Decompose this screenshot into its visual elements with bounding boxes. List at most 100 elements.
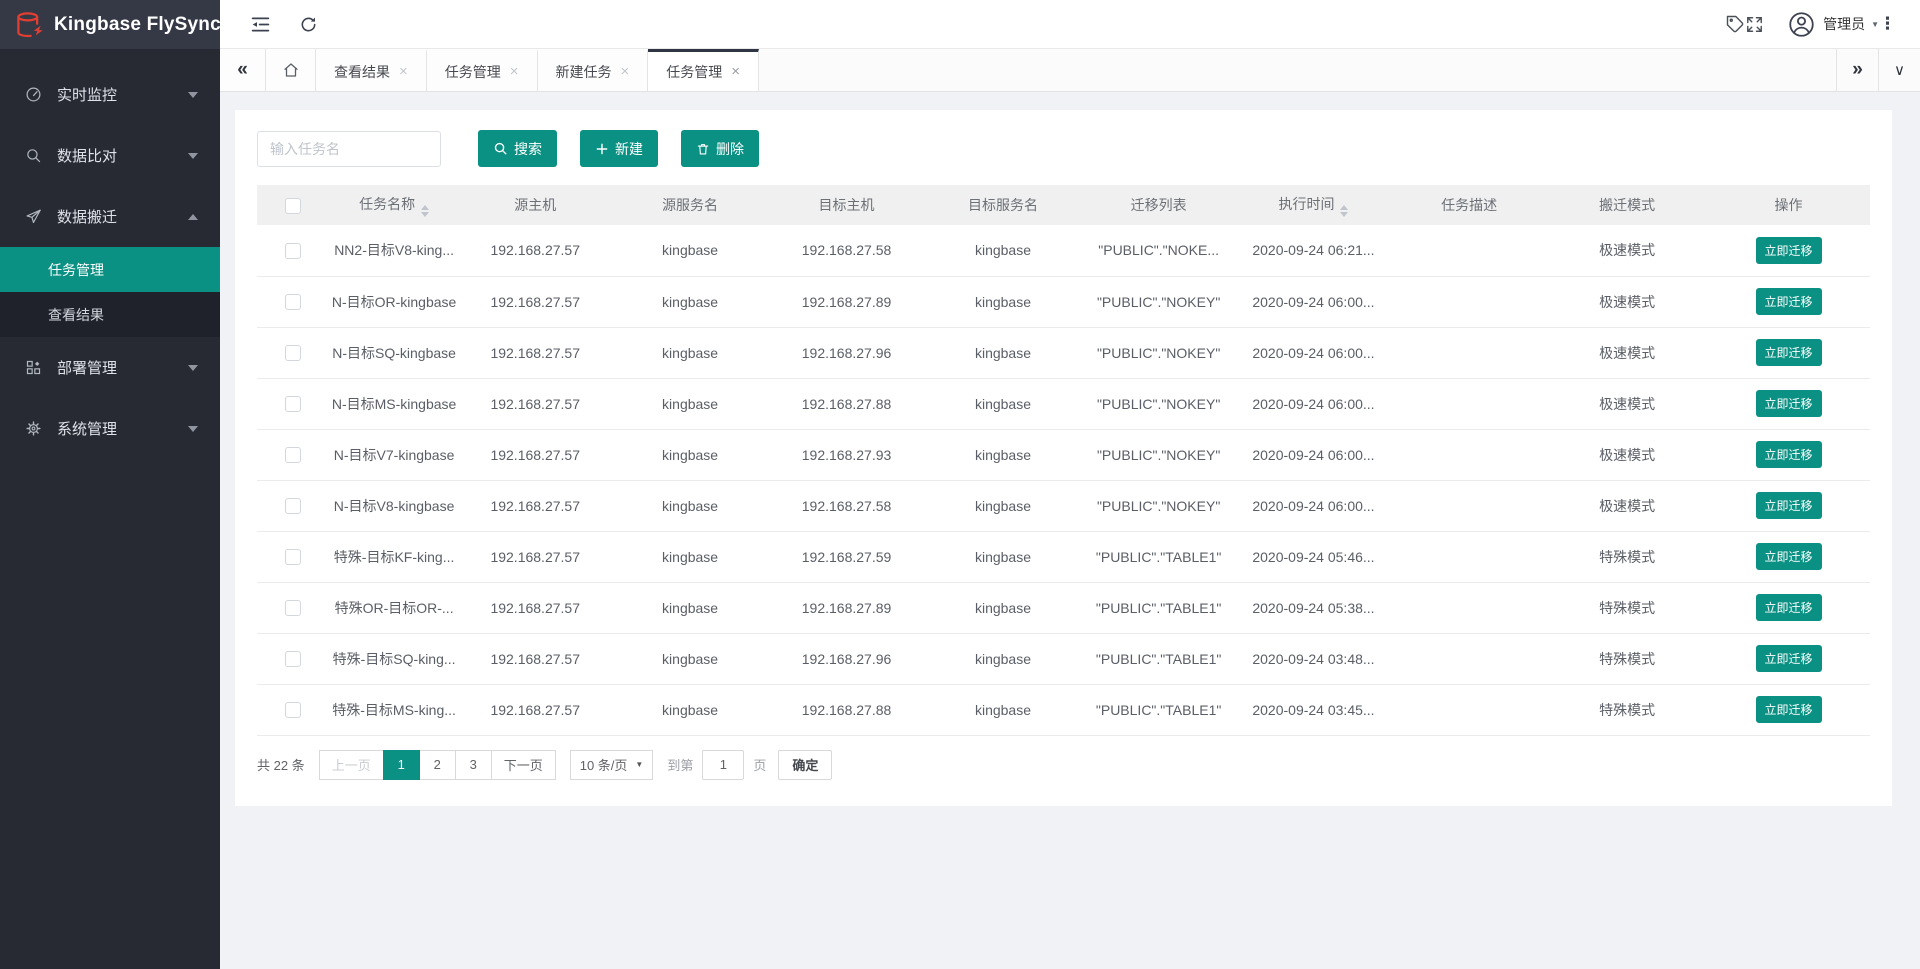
cell-source-host: 192.168.27.57 xyxy=(458,684,612,736)
more-vertical-icon[interactable]: ⋮ xyxy=(1879,14,1896,34)
next-page-button[interactable]: 下一页 xyxy=(490,749,556,780)
sidebar-menu: 实时监控 数据比对 数据搬迁 任务管理 查看结果 部署管理 系统管理 xyxy=(0,49,220,459)
tabs-scroll-right-button[interactable]: » xyxy=(1836,49,1878,91)
tab-task-management[interactable]: 任务管理 × xyxy=(426,49,538,91)
refresh-icon[interactable] xyxy=(299,15,318,34)
row-checkbox[interactable] xyxy=(285,294,302,311)
migrate-now-button[interactable]: 立即迁移 xyxy=(1755,236,1822,264)
sidebar-item-data-migration[interactable]: 数据搬迁 xyxy=(0,186,220,247)
user-menu[interactable]: 管理员 ▼ xyxy=(1788,11,1879,38)
sidebar-item-realtime-monitor[interactable]: 实时监控 xyxy=(0,64,220,125)
sidebar: Kingbase FlySync 实时监控 数据比对 数据搬迁 任务管理 查看结… xyxy=(0,0,221,969)
cell-target-host: 192.168.27.89 xyxy=(768,276,925,328)
header-task-name[interactable]: 任务名称 xyxy=(329,185,459,225)
collapse-menu-icon[interactable] xyxy=(250,14,271,35)
close-icon[interactable]: × xyxy=(510,64,519,79)
delete-button[interactable]: 删除 xyxy=(681,130,759,167)
page-size-select[interactable]: 10 条/页 ▼ xyxy=(569,749,654,780)
cell-task-name: N-目标V8-kingbase xyxy=(329,480,459,532)
tab-new-task[interactable]: 新建任务 × xyxy=(537,49,649,91)
tab-bar-controls: » ∨ xyxy=(1836,49,1920,91)
top-navbar: 管理员 ▼ ⋮ xyxy=(220,0,1920,49)
cell-source-host: 192.168.27.57 xyxy=(458,633,612,685)
sidebar-item-label: 数据搬迁 xyxy=(57,209,118,226)
search-input[interactable] xyxy=(257,130,441,167)
cell-target-host: 192.168.27.88 xyxy=(768,684,925,736)
cell-task-name: N-目标SQ-kingbase xyxy=(329,327,459,379)
cell-description xyxy=(1390,582,1548,634)
migrate-now-button[interactable]: 立即迁移 xyxy=(1755,441,1822,468)
cell-migrate-list: "PUBLIC"."NOKE... xyxy=(1081,225,1237,277)
cell-description xyxy=(1390,276,1548,328)
row-checkbox[interactable] xyxy=(285,549,302,566)
row-checkbox[interactable] xyxy=(285,447,302,464)
page-button-2[interactable]: 2 xyxy=(418,749,456,780)
navbar-right: 管理员 ▼ ⋮ xyxy=(1725,11,1896,38)
prev-page-button[interactable]: 上一页 xyxy=(318,749,384,780)
tag-icon[interactable] xyxy=(1725,14,1745,34)
cell-exec-time: 2020-09-24 05:46... xyxy=(1236,531,1391,583)
sidebar-item-view-results[interactable]: 查看结果 xyxy=(0,292,220,337)
confirm-button[interactable]: 确定 xyxy=(778,749,833,780)
row-checkbox[interactable] xyxy=(285,702,302,719)
sidebar-item-data-compare[interactable]: 数据比对 xyxy=(0,125,220,186)
cell-exec-time: 2020-09-24 06:00... xyxy=(1236,429,1391,481)
migrate-now-button[interactable]: 立即迁移 xyxy=(1755,390,1822,417)
row-checkbox[interactable] xyxy=(285,651,302,668)
row-checkbox[interactable] xyxy=(285,600,302,617)
task-table: 任务名称 源主机 源服务名 目标主机 目标服务名 迁移列表 执行时间 任务描述 … xyxy=(257,185,1870,736)
migrate-now-button[interactable]: 立即迁移 xyxy=(1755,543,1822,570)
close-icon[interactable]: × xyxy=(731,64,740,79)
migrate-now-button[interactable]: 立即迁移 xyxy=(1755,492,1822,519)
table-row: N-目标MS-kingbase 192.168.27.57 kingbase 1… xyxy=(257,378,1870,430)
cell-source-service: kingbase xyxy=(611,684,769,736)
row-checkbox[interactable] xyxy=(285,345,302,362)
sidebar-item-system-management[interactable]: 系统管理 xyxy=(0,398,220,459)
cell-task-name: N-目标OR-kingbase xyxy=(329,276,459,328)
trash-icon xyxy=(697,143,709,155)
goto-page-input[interactable] xyxy=(702,749,745,780)
cell-target-host: 192.168.27.58 xyxy=(768,225,925,277)
cell-source-service: kingbase xyxy=(611,276,769,328)
migrate-now-button[interactable]: 立即迁移 xyxy=(1755,594,1822,621)
search-button[interactable]: 搜索 xyxy=(478,130,557,167)
sidebar-item-task-management[interactable]: 任务管理 xyxy=(0,247,220,292)
table-row: N-目标V7-kingbase 192.168.27.57 kingbase 1… xyxy=(257,429,1870,481)
header-exec-time[interactable]: 执行时间 xyxy=(1236,185,1391,225)
cell-task-name: N-目标MS-kingbase xyxy=(329,378,459,430)
cell-target-service: kingbase xyxy=(924,378,1082,430)
create-button[interactable]: 新建 xyxy=(580,130,658,167)
tab-view-results[interactable]: 查看结果 × xyxy=(316,49,427,91)
select-all-checkbox[interactable] xyxy=(285,197,302,214)
migrate-now-button[interactable]: 立即迁移 xyxy=(1755,645,1822,672)
content-area: 搜索 新建 删除 任务名称 xyxy=(220,92,1920,969)
row-checkbox[interactable] xyxy=(285,242,302,259)
page-size-value: 10 条/页 xyxy=(579,758,628,773)
close-icon[interactable]: × xyxy=(621,64,630,79)
migrate-now-button[interactable]: 立即迁移 xyxy=(1755,288,1822,315)
page-button-3[interactable]: 3 xyxy=(454,749,492,780)
cell-source-service: kingbase xyxy=(611,480,769,532)
fullscreen-icon[interactable] xyxy=(1745,15,1764,34)
cell-migrate-mode: 极速模式 xyxy=(1547,480,1708,532)
pagination: 共 22 条 上一页 1 2 3 下一页 10 条/页 ▼ 到第 页 确定 xyxy=(257,749,1870,780)
row-checkbox[interactable] xyxy=(285,396,302,413)
task-management-panel: 搜索 新建 删除 任务名称 xyxy=(235,110,1892,806)
tabs-scroll-left-button[interactable]: « xyxy=(220,49,266,91)
tabs-list-button[interactable]: ∨ xyxy=(1878,49,1920,91)
app-window: Kingbase FlySync 实时监控 数据比对 数据搬迁 任务管理 查看结… xyxy=(0,0,1920,969)
row-checkbox[interactable] xyxy=(285,498,302,515)
migrate-now-button[interactable]: 立即迁移 xyxy=(1755,339,1822,366)
caret-down-icon: ▼ xyxy=(1871,19,1879,29)
page-button-1[interactable]: 1 xyxy=(382,749,420,780)
cell-target-service: kingbase xyxy=(924,633,1082,685)
tab-label: 任务管理 xyxy=(444,63,501,80)
pagination-total: 共 22 条 xyxy=(257,758,305,773)
tab-task-management-active[interactable]: 任务管理 × xyxy=(648,49,760,91)
home-tab-button[interactable] xyxy=(266,49,316,91)
cell-description xyxy=(1390,684,1548,736)
sidebar-item-label: 数据比对 xyxy=(57,148,118,165)
close-icon[interactable]: × xyxy=(399,64,408,79)
migrate-now-button[interactable]: 立即迁移 xyxy=(1755,696,1822,723)
sidebar-item-deploy-management[interactable]: 部署管理 xyxy=(0,337,220,398)
